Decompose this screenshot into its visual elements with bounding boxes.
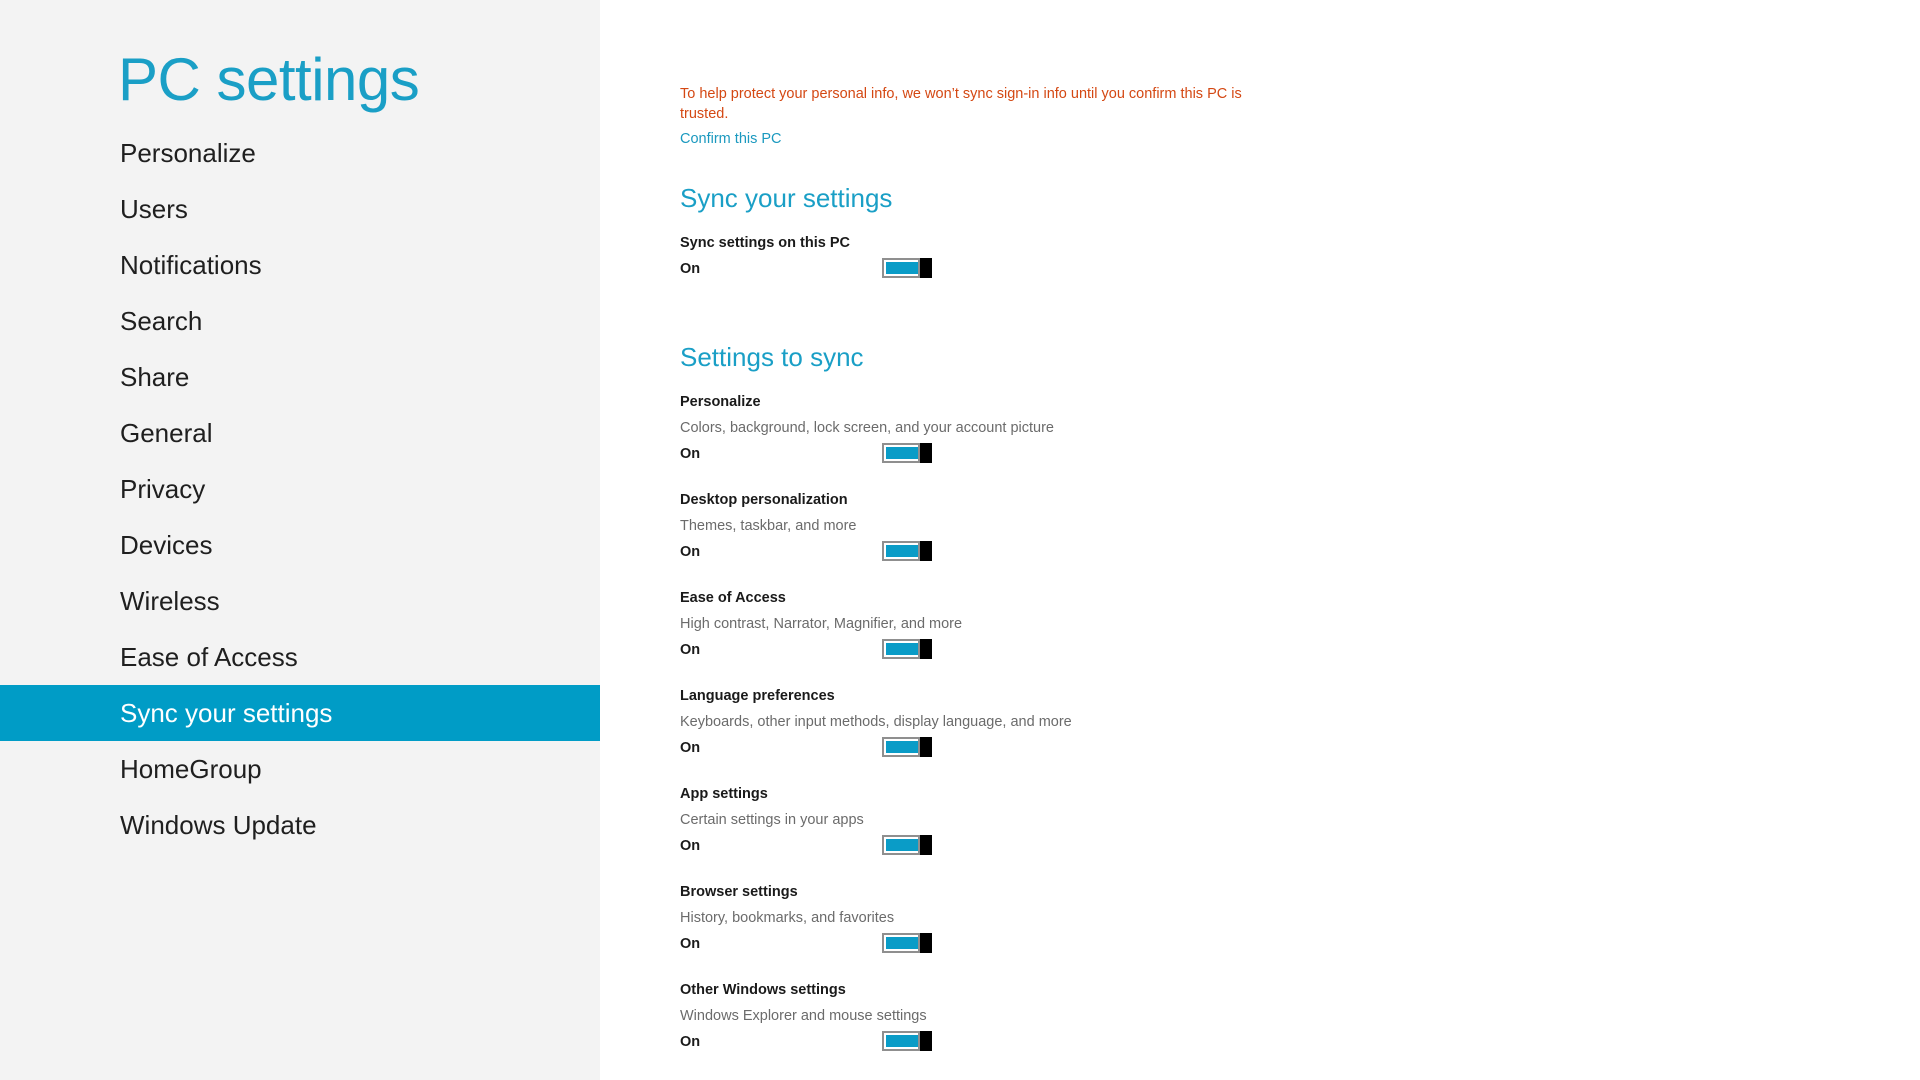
toggle-track xyxy=(882,737,920,757)
toggle-fill xyxy=(886,839,918,851)
toggle-fill xyxy=(886,1035,918,1047)
setting-description: Windows Explorer and mouse settings xyxy=(680,1008,927,1024)
sidebar-item-general[interactable]: General xyxy=(0,405,600,461)
setting-title: Personalize xyxy=(680,394,761,410)
sidebar-item-notifications[interactable]: Notifications xyxy=(0,237,600,293)
toggle-track xyxy=(882,541,920,561)
setting-title: Sync settings on this PC xyxy=(680,235,850,251)
setting-row: On xyxy=(680,443,1180,465)
setting-row: On xyxy=(680,737,1180,759)
browser-settings-toggle[interactable] xyxy=(882,933,932,953)
language-preferences-toggle[interactable] xyxy=(882,737,932,757)
toggle-fill xyxy=(886,937,918,949)
setting-description: Themes, taskbar, and more xyxy=(680,518,857,534)
setting-row: On xyxy=(680,933,1180,955)
setting-title: App settings xyxy=(680,786,768,802)
setting-row: On xyxy=(680,835,1180,857)
setting-title: Browser settings xyxy=(680,884,798,900)
desktop-personalization-toggle[interactable] xyxy=(882,541,932,561)
settings-to-sync-heading: Settings to sync xyxy=(680,342,864,372)
toggle-track xyxy=(882,258,920,278)
setting-row: On xyxy=(680,541,1180,563)
state-label: On xyxy=(680,446,701,462)
sidebar-item-devices[interactable]: Devices xyxy=(0,517,600,573)
setting-language-preferences: Language preferences Keyboards, other in… xyxy=(680,686,1180,759)
sidebar-item-share[interactable]: Share xyxy=(0,349,600,405)
state-label: On xyxy=(680,1034,701,1050)
setting-row: On xyxy=(680,258,1180,280)
sidebar-nav: Personalize Users Notifications Search S… xyxy=(0,125,600,853)
sidebar-item-users[interactable]: Users xyxy=(0,181,600,237)
app-settings-toggle[interactable] xyxy=(882,835,932,855)
setting-row: On xyxy=(680,639,1180,661)
state-label: On xyxy=(680,642,701,658)
setting-title: Language preferences xyxy=(680,688,835,704)
toggle-thumb[interactable] xyxy=(920,258,932,278)
setting-title: Ease of Access xyxy=(680,590,786,606)
toggle-track xyxy=(882,443,920,463)
toggle-thumb[interactable] xyxy=(920,933,932,953)
toggle-thumb[interactable] xyxy=(920,835,932,855)
toggle-thumb[interactable] xyxy=(920,1031,932,1051)
sidebar-item-windows-update[interactable]: Windows Update xyxy=(0,797,600,853)
toggle-track xyxy=(882,835,920,855)
warning-message: To help protect your personal info, we w… xyxy=(680,86,1242,122)
personalize-toggle[interactable] xyxy=(882,443,932,463)
setting-other-windows-settings: Other Windows settings Windows Explorer … xyxy=(680,980,1180,1053)
sidebar-item-sync-your-settings[interactable]: Sync your settings xyxy=(0,685,600,741)
setting-personalize: Personalize Colors, background, lock scr… xyxy=(680,392,1180,465)
other-windows-settings-toggle[interactable] xyxy=(882,1031,932,1051)
setting-title: Desktop personalization xyxy=(680,492,848,508)
toggle-track xyxy=(882,1031,920,1051)
toggle-fill xyxy=(886,545,918,557)
state-label: On xyxy=(680,936,701,952)
state-label: On xyxy=(680,740,701,756)
toggle-thumb[interactable] xyxy=(920,443,932,463)
toggle-fill xyxy=(886,741,918,753)
sidebar-item-personalize[interactable]: Personalize xyxy=(0,125,600,181)
sync-settings-toggle[interactable] xyxy=(882,258,932,278)
ease-of-access-toggle[interactable] xyxy=(882,639,932,659)
sync-section-heading: Sync your settings xyxy=(680,183,893,213)
toggle-thumb[interactable] xyxy=(920,639,932,659)
confirm-pc-link[interactable]: Confirm this PC xyxy=(680,131,782,147)
setting-row: On xyxy=(680,1031,1180,1053)
state-label: On xyxy=(680,838,701,854)
sidebar: PC settings Personalize Users Notificati… xyxy=(0,0,600,1080)
sidebar-item-ease-of-access[interactable]: Ease of Access xyxy=(0,629,600,685)
toggle-fill xyxy=(886,262,918,274)
setting-app-settings: App settings Certain settings in your ap… xyxy=(680,784,1180,857)
setting-desktop-personalization: Desktop personalization Themes, taskbar,… xyxy=(680,490,1180,563)
sidebar-item-homegroup[interactable]: HomeGroup xyxy=(0,741,600,797)
toggle-thumb[interactable] xyxy=(920,737,932,757)
setting-ease-of-access: Ease of Access High contrast, Narrator, … xyxy=(680,588,1180,661)
toggle-thumb[interactable] xyxy=(920,541,932,561)
main-content: To help protect your personal info, we w… xyxy=(680,0,1880,1080)
setting-description: Colors, background, lock screen, and you… xyxy=(680,420,1054,436)
state-label: On xyxy=(680,544,701,560)
toggle-fill xyxy=(886,447,918,459)
setting-title: Other Windows settings xyxy=(680,982,846,998)
sidebar-item-search[interactable]: Search xyxy=(0,293,600,349)
setting-browser-settings: Browser settings History, bookmarks, and… xyxy=(680,882,1180,955)
sidebar-item-privacy[interactable]: Privacy xyxy=(0,461,600,517)
setting-description: History, bookmarks, and favorites xyxy=(680,910,895,926)
toggle-track xyxy=(882,639,920,659)
state-label: On xyxy=(680,261,701,277)
setting-description: Keyboards, other input methods, display … xyxy=(680,714,1072,730)
setting-description: High contrast, Narrator, Magnifier, and … xyxy=(680,616,963,632)
toggle-fill xyxy=(886,643,918,655)
setting-sync-on-this-pc: Sync settings on this PC On xyxy=(680,233,1180,280)
setting-description: Certain settings in your apps xyxy=(680,812,864,828)
sidebar-item-wireless[interactable]: Wireless xyxy=(0,573,600,629)
app-title: PC settings xyxy=(118,46,420,113)
toggle-track xyxy=(882,933,920,953)
